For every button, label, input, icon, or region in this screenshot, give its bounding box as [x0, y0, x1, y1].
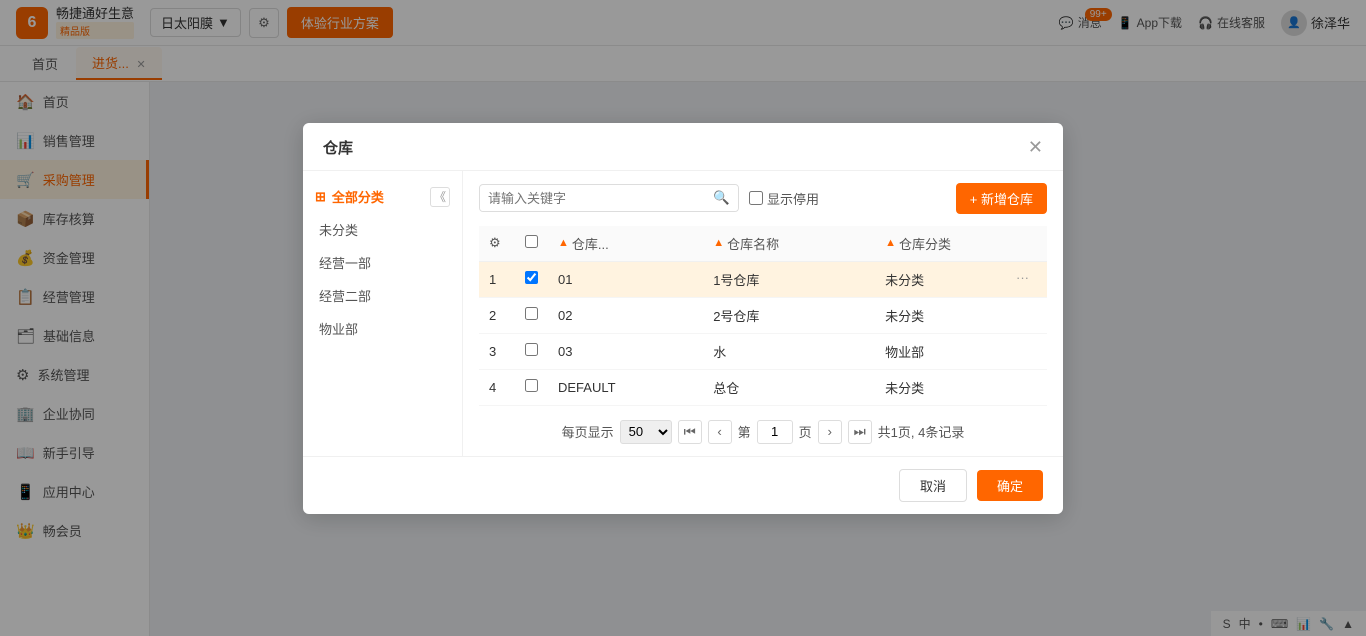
select-all-checkbox[interactable]: [525, 235, 538, 248]
show-disabled-label: 显示停用: [767, 189, 819, 208]
table-row[interactable]: 2 02 2号仓库 未分类: [479, 297, 1047, 333]
table-row[interactable]: 3 03 水 物业部: [479, 333, 1047, 369]
page-label: 第: [738, 422, 751, 441]
row-category: 未分类···: [875, 261, 1047, 297]
table-body: 1 01 1号仓库 未分类··· 2 02 2号仓库 未分类 3 03 水 物业…: [479, 261, 1047, 405]
search-input-wrap: 🔍: [479, 184, 739, 212]
row-name: 1号仓库: [703, 261, 875, 297]
category-panel: ⊞ 全部分类 《 未分类 经营一部 经营二部 物业部: [303, 171, 463, 456]
category-item-property[interactable]: 物业部: [303, 312, 462, 345]
category-item-uncategorized[interactable]: 未分类: [303, 213, 462, 246]
th-name-label: 仓库名称: [727, 234, 779, 253]
all-category-label: 全部分类: [332, 187, 384, 206]
total-records-label: 共1页, 4条记录: [878, 422, 965, 441]
last-page-button[interactable]: ⏭: [848, 420, 872, 444]
table-toolbar: 🔍 显示停用 + 新增仓库: [479, 183, 1047, 214]
collapse-panel-button[interactable]: 《: [430, 187, 450, 207]
category-item-dept1[interactable]: 经营一部: [303, 246, 462, 279]
row-code: DEFAULT: [548, 369, 703, 405]
page-number-input[interactable]: [757, 420, 793, 444]
sort-cat-icon: ▲: [885, 237, 896, 249]
row-category: 未分类: [875, 369, 1047, 405]
prev-page-button[interactable]: ‹: [708, 420, 732, 444]
row-name: 总仓: [703, 369, 875, 405]
th-name: ▲ 仓库名称: [703, 226, 875, 262]
table-row[interactable]: 1 01 1号仓库 未分类···: [479, 261, 1047, 297]
confirm-button[interactable]: 确定: [977, 470, 1043, 501]
row-number: 2: [479, 297, 515, 333]
cancel-button[interactable]: 取消: [899, 469, 967, 502]
th-code-label: 仓库...: [572, 234, 609, 253]
table-header-row: ⚙ ▲ 仓库... ▲ 仓库名称: [479, 226, 1047, 262]
th-checkbox: [515, 226, 548, 262]
th-category: ▲ 仓库分类: [875, 226, 1047, 262]
page-suffix: 页: [799, 422, 812, 441]
row-checkbox[interactable]: [525, 343, 538, 356]
modal-close-button[interactable]: ✕: [1028, 137, 1043, 158]
row-category: 未分类: [875, 297, 1047, 333]
row-checkbox-cell: [515, 261, 548, 297]
warehouse-modal: 仓库 ✕ ⊞ 全部分类 《 未分类 经营一部 经营二部 物业部: [303, 123, 1063, 514]
row-checkbox[interactable]: [525, 307, 538, 320]
table-row[interactable]: 4 DEFAULT 总仓 未分类: [479, 369, 1047, 405]
warehouse-table: ⚙ ▲ 仓库... ▲ 仓库名称: [479, 226, 1047, 406]
per-page-select[interactable]: 50 20 100: [620, 420, 672, 444]
row-code: 02: [548, 297, 703, 333]
row-checkbox-cell: [515, 297, 548, 333]
show-disabled-wrap: 显示停用: [749, 189, 819, 208]
modal-body: ⊞ 全部分类 《 未分类 经营一部 经营二部 物业部 🔍: [303, 171, 1063, 456]
row-number: 4: [479, 369, 515, 405]
search-button[interactable]: 🔍: [705, 185, 738, 211]
row-number: 3: [479, 333, 515, 369]
row-checkbox[interactable]: [525, 271, 538, 284]
modal-title: 仓库: [323, 137, 353, 158]
row-checkbox-cell: [515, 333, 548, 369]
row-checkbox-cell: [515, 369, 548, 405]
next-page-button[interactable]: ›: [818, 420, 842, 444]
sort-icon: ▲: [558, 237, 569, 249]
th-code: ▲ 仓库...: [548, 226, 703, 262]
all-category-button[interactable]: ⊞ 全部分类: [315, 187, 384, 206]
add-warehouse-button[interactable]: + 新增仓库: [956, 183, 1047, 214]
row-name: 水: [703, 333, 875, 369]
table-panel: 🔍 显示停用 + 新增仓库 ⚙: [463, 171, 1063, 456]
per-page-label: 每页显示: [562, 422, 614, 441]
grid-icon: ⊞: [315, 189, 326, 205]
th-settings: ⚙: [479, 226, 515, 262]
row-category: 物业部: [875, 333, 1047, 369]
th-category-label: 仓库分类: [899, 234, 951, 253]
sort-name-icon: ▲: [713, 237, 724, 249]
row-code: 03: [548, 333, 703, 369]
show-disabled-checkbox[interactable]: [749, 191, 763, 205]
modal-header: 仓库 ✕: [303, 123, 1063, 171]
pagination: 每页显示 50 20 100 ⏮ ‹ 第 页 › ⏭ 共1页, 4条记录: [479, 406, 1047, 444]
category-header: ⊞ 全部分类 《: [303, 181, 462, 213]
row-checkbox[interactable]: [525, 379, 538, 392]
row-name: 2号仓库: [703, 297, 875, 333]
first-page-button[interactable]: ⏮: [678, 420, 702, 444]
row-number: 1: [479, 261, 515, 297]
category-item-dept2[interactable]: 经营二部: [303, 279, 462, 312]
modal-overlay: 仓库 ✕ ⊞ 全部分类 《 未分类 经营一部 经营二部 物业部: [0, 0, 1366, 636]
row-code: 01: [548, 261, 703, 297]
search-input[interactable]: [480, 186, 705, 211]
modal-footer: 取消 确定: [303, 456, 1063, 514]
